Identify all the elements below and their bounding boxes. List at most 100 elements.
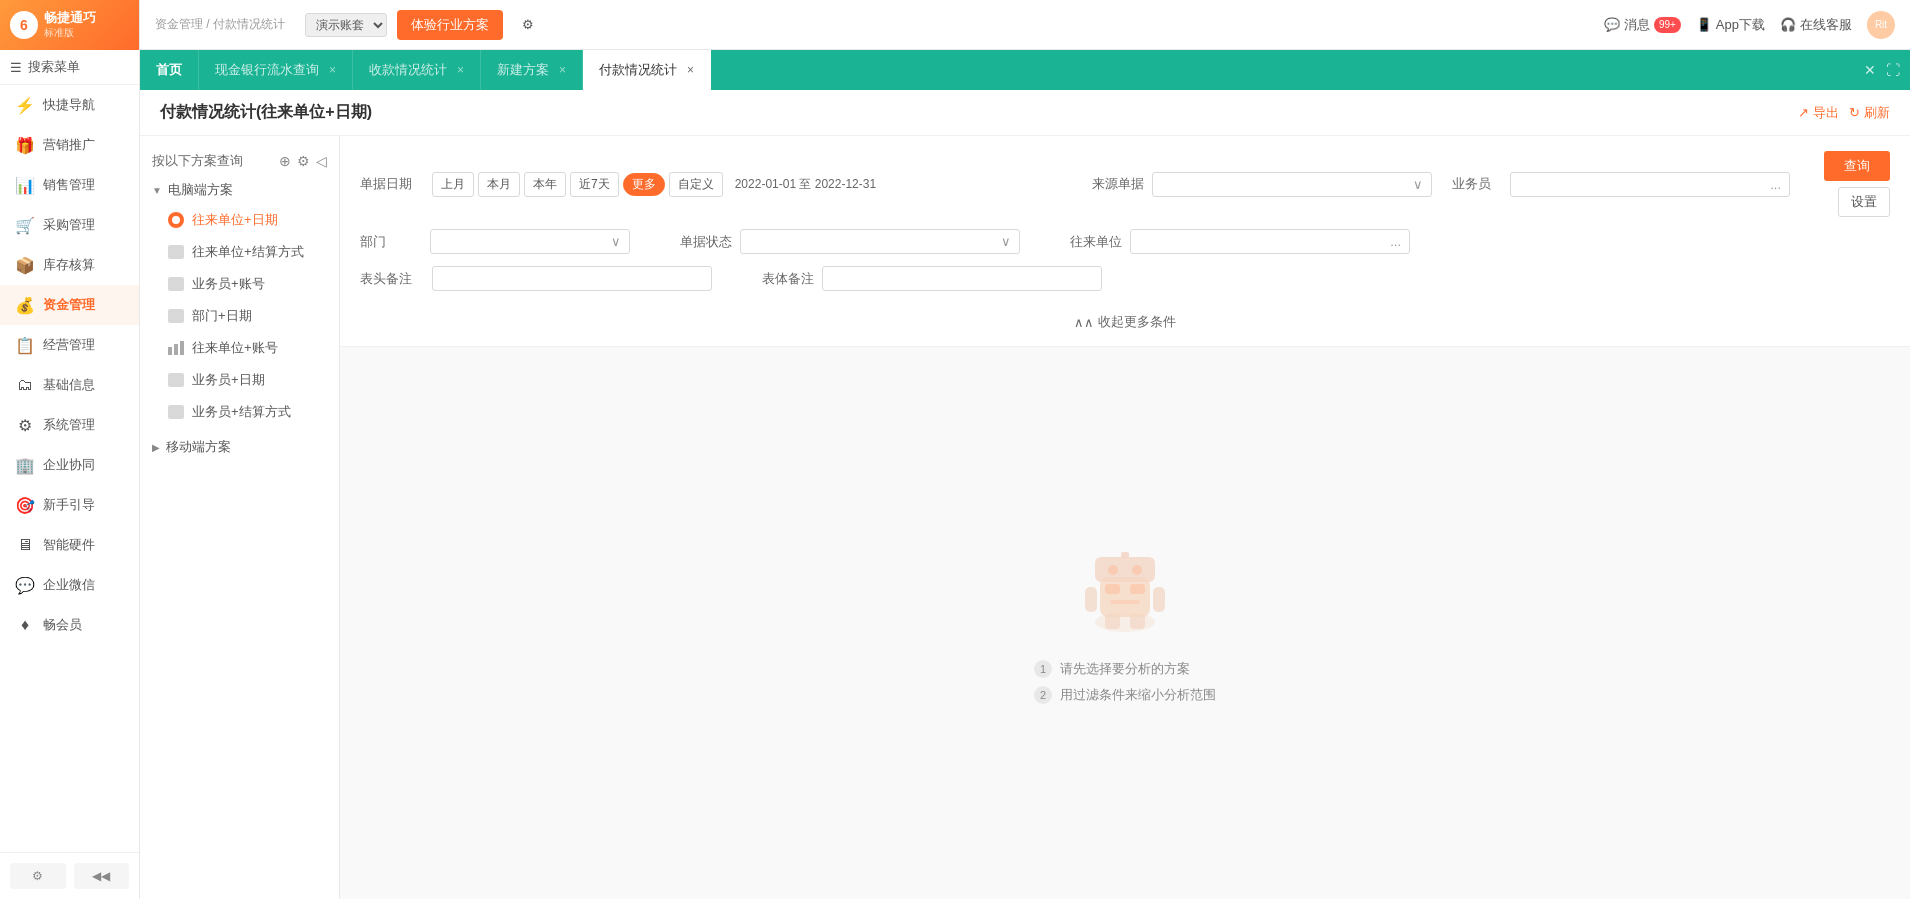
source-filter-label: 来源单据 [1092,175,1144,193]
sidebar-item-zijin[interactable]: 💰 资金管理 [0,285,139,325]
settings-btn[interactable]: 设置 [1838,187,1890,217]
tab-home[interactable]: 首页 [140,50,199,90]
sidebar-item-xitong[interactable]: ⚙ 系统管理 [0,405,139,445]
scheme-item-partner-settle[interactable]: 往来单位+结算方式 [140,236,339,268]
date-btn-7days[interactable]: 近7天 [570,172,619,197]
sidebar-item-kucun[interactable]: 📦 库存核算 [0,245,139,285]
source-select[interactable]: ∨ [1152,172,1432,197]
svg-rect-12 [1085,587,1097,612]
tab-maximize-btn[interactable]: ⛶ [1886,62,1900,78]
logo-icon: 6 [10,11,38,39]
scheme-item-salesman-date[interactable]: 业务员+日期 [140,364,339,396]
scheme-settings-icon[interactable]: ⚙ [297,153,310,169]
chang-icon: ♦ [15,615,35,635]
sidebar-item-xiaoshou[interactable]: 📊 销售管理 [0,165,139,205]
sidebar-item-zhihui[interactable]: 🖥 智能硬件 [0,525,139,565]
notification-badge: 99+ [1654,17,1681,33]
sidebar-settings-btn[interactable]: ⚙ [10,863,66,889]
sidebar-item-label: 营销推广 [43,136,95,154]
service-label: 在线客服 [1800,16,1852,34]
notification-btn[interactable]: 💬 消息 99+ [1604,16,1681,34]
header-settings-btn[interactable]: ⚙ [513,10,543,40]
collapse-more-area: ∧∧ 收起更多条件 [360,303,1890,331]
page-content: 付款情况统计(往来单位+日期) ↗ 导出 ↻ 刷新 按以下方案查询 ⊕ [140,90,1910,899]
refresh-btn[interactable]: ↻ 刷新 [1849,104,1890,122]
sidebar-item-label: 采购管理 [43,216,95,234]
date-btn-this-year[interactable]: 本年 [524,172,566,197]
tab-collection[interactable]: 收款情况统计 × [353,50,481,90]
try-btn[interactable]: 体验行业方案 [397,10,503,40]
tab-payment-stat[interactable]: 付款情况统计 × [583,50,711,90]
date-btn-last-month[interactable]: 上月 [432,172,474,197]
logo-version: 标准版 [44,26,96,40]
sidebar-item-qiye[interactable]: 🏢 企业协同 [0,445,139,485]
sidebar-logo: 6 畅捷通巧 标准版 [0,0,139,50]
scheme-item-dept-date[interactable]: 部门+日期 [140,300,339,332]
collapse-more-btn[interactable]: ∧∧ 收起更多条件 [1074,313,1176,331]
logo-text-group: 畅捷通巧 标准版 [44,10,96,40]
table-head-note-input[interactable] [432,266,712,291]
dept-select[interactable]: ∨ [430,229,630,254]
sidebar-item-weixin[interactable]: 💬 企业微信 [0,565,139,605]
tab-new-scheme-close[interactable]: × [559,63,566,77]
scheme-panel: 按以下方案查询 ⊕ ⚙ ◁ ▼ 电脑端方案 [140,136,340,899]
date-filter-label: 单据日期 [360,175,412,193]
sidebar-item-chang[interactable]: ♦ 畅会员 [0,605,139,645]
scheme-item-partner-date[interactable]: 往来单位+日期 [140,204,339,236]
svg-rect-2 [180,341,184,355]
salesman-input[interactable]: ... [1510,172,1790,197]
scheme-group-pc-header[interactable]: ▼ 电脑端方案 [140,176,339,204]
tab-close-all-btn[interactable]: ✕ [1864,62,1876,78]
app-download-btn[interactable]: 📱 App下载 [1696,16,1765,34]
tab-payment-stat-close[interactable]: × [687,63,694,77]
sidebar-item-label: 快捷导航 [43,96,95,114]
page-header-actions: ↗ 导出 ↻ 刷新 [1798,104,1890,122]
svg-rect-4 [1100,577,1150,617]
svg-point-9 [1108,565,1118,575]
search-menu[interactable]: ☰ 搜索菜单 [0,50,139,85]
scheme-item-salesman-account[interactable]: 业务员+账号 [140,268,339,300]
sidebar-item-label: 新手引导 [43,496,95,514]
date-btn-this-month[interactable]: 本月 [478,172,520,197]
date-btn-custom[interactable]: 自定义 [669,172,723,197]
tab-cashflow-close[interactable]: × [329,63,336,77]
table-body-note-input[interactable] [822,266,1102,291]
scheme-item-partner-account[interactable]: 往来单位+账号 [140,332,339,364]
partner-input[interactable]: ... [1130,229,1410,254]
tab-collection-close[interactable]: × [457,63,464,77]
jichu-icon: 🗂 [15,375,35,395]
tab-new-scheme[interactable]: 新建方案 × [481,50,583,90]
docstatus-select[interactable]: ∨ [740,229,1020,254]
scheme-collapse-icon[interactable]: ◁ [316,153,327,169]
export-btn[interactable]: ↗ 导出 [1798,104,1839,122]
weixin-icon: 💬 [15,575,35,595]
tab-cashflow[interactable]: 现金银行流水查询 × [199,50,353,90]
user-avatar[interactable]: Rit [1867,11,1895,39]
date-btn-more[interactable]: 更多 [623,173,665,196]
qiye-icon: 🏢 [15,455,35,475]
sidebar-item-label: 企业微信 [43,576,95,594]
scheme-item-salesman-settle[interactable]: 业务员+结算方式 [140,396,339,428]
sidebar-item-jichu[interactable]: 🗂 基础信息 [0,365,139,405]
tip-num-1: 1 [1034,660,1052,678]
scheme-group-mobile-header[interactable]: ▶ 移动端方案 [140,433,339,461]
sidebar-item-xinshou[interactable]: 🎯 新手引导 [0,485,139,525]
sidebar: 6 畅捷通巧 标准版 ☰ 搜索菜单 ⚡ 快捷导航 🎁 营销推广 📊 销售管理 🛒… [0,0,140,899]
empty-robot-icon [1075,542,1175,645]
scheme-item-label: 往来单位+日期 [192,211,278,229]
tab-window-btns: ✕ ⛶ [1854,50,1910,90]
sidebar-collapse-btn[interactable]: ◀◀ [74,863,130,889]
xitong-icon: ⚙ [15,415,35,435]
scheme-add-icon[interactable]: ⊕ [279,153,291,169]
company-select[interactable]: 演示账套 [305,13,387,37]
sidebar-item-kuaijie[interactable]: ⚡ 快捷导航 [0,85,139,125]
jingying-icon: 📋 [15,335,35,355]
query-btn[interactable]: 查询 [1824,151,1890,181]
sidebar-item-caigou[interactable]: 🛒 采购管理 [0,205,139,245]
sidebar-item-jingying[interactable]: 📋 经营管理 [0,325,139,365]
svg-rect-8 [1095,557,1155,582]
tip-text-1: 请先选择要分析的方案 [1060,660,1190,678]
online-service-btn[interactable]: 🎧 在线客服 [1780,16,1852,34]
app-icon: 📱 [1696,17,1712,32]
sidebar-item-yingxiao[interactable]: 🎁 营销推广 [0,125,139,165]
